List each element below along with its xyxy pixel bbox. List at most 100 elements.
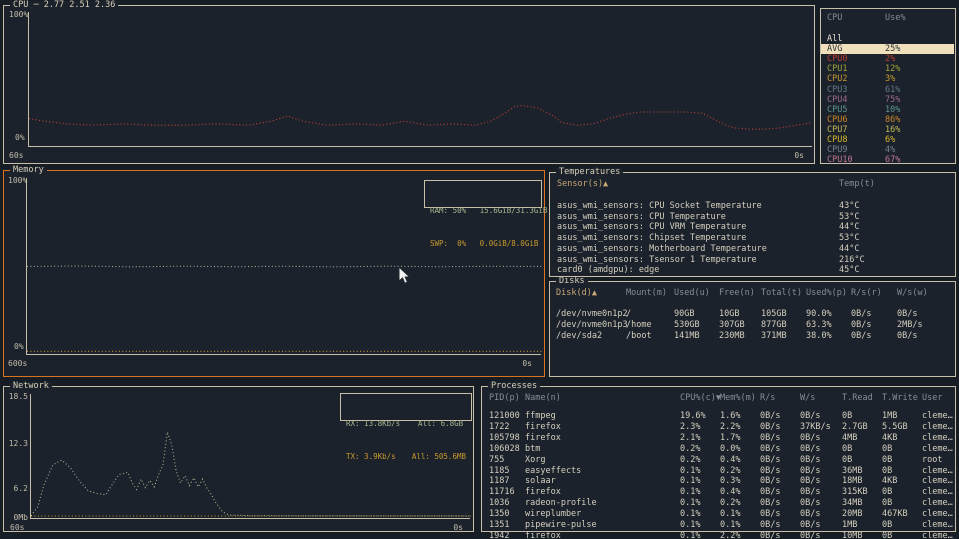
disks-header-ws[interactable]: W/s(w): [897, 288, 928, 298]
process-row-cell: 0B/s: [800, 443, 821, 454]
disk-row-cell: /dev/nvme0n1p2: [556, 309, 628, 319]
process-row-cell: 315KB: [842, 487, 868, 498]
cpu-panel[interactable]: CPU ─ 2.77 2.51 2.36 100% 0% 60s 0s: [3, 1, 815, 164]
process-row-cell: 106028: [489, 443, 520, 454]
cpu-legend-row[interactable]: CPU4 75%: [821, 95, 954, 105]
process-row-cell: 0B/s: [800, 530, 821, 539]
temperature-row-cell: 44°C: [839, 222, 860, 233]
proc-header-cpu[interactable]: CPU%(c)▼: [680, 393, 721, 403]
process-row[interactable]: 1185 easyeffects 0.1% 0.2% 0B/s 0B/s 36MB 0B cle…: [482, 466, 954, 476]
disks-header-used[interactable]: Used(u): [674, 288, 710, 298]
proc-header-pid[interactable]: PID(p): [489, 393, 520, 403]
proc-header-rs[interactable]: R/s: [760, 393, 775, 403]
disk-row-cell: 0B/s: [851, 309, 872, 319]
temps-header-temp[interactable]: Temp(t): [839, 179, 875, 189]
cpu-legend-row[interactable]: AVG 25%: [821, 44, 954, 55]
disks-header-rs[interactable]: R/s(r): [851, 288, 882, 298]
process-row-cell: 0B: [882, 498, 893, 509]
cpu-legend-row[interactable]: All: [821, 34, 954, 44]
proc-header-user[interactable]: User: [922, 393, 942, 403]
temperature-row[interactable]: asus_wmi_sensors: Tsensor 1 Temperature 2…: [550, 255, 954, 265]
cpu-legend-row[interactable]: CPU5 10%: [821, 105, 954, 115]
proc-header-twrite[interactable]: T.Write: [882, 393, 918, 403]
cpu-legend-header-use[interactable]: Use%: [885, 13, 905, 23]
cpu-legend-row-cell: 4%: [885, 145, 896, 156]
cpu-legend-row-cell: 6%: [885, 135, 896, 145]
process-row[interactable]: 106028 btm 0.2% 0.0% 0B/s 0B/s 0B 0B cleme…: [482, 444, 954, 454]
process-row[interactable]: 1351 pipewire-pulse 0.1% 0.1% 0B/s 0B/s 1MB 0B c…: [482, 520, 954, 530]
process-row-cell: 0B/s: [760, 509, 781, 520]
cpu-legend-row[interactable]: CPU2 3%: [821, 74, 954, 84]
process-row[interactable]: 1350 wireplumber 0.1% 0.1% 0B/s 0B/s 20MB 467KB…: [482, 509, 954, 519]
temperature-row-cell: asus_wmi_sensors: CPU Temperature: [557, 211, 726, 222]
rx-total-label: All: 6.8GB: [418, 419, 464, 428]
temperature-row[interactable]: asus_wmi_sensors: CPU Socket Temperature…: [550, 201, 954, 211]
process-row[interactable]: 1036 radeon-profile 0.1% 0.2% 0B/s 0B/s 34MB 0B…: [482, 498, 954, 508]
process-row-cell: 34MB: [842, 498, 863, 509]
cpu-legend-row[interactable]: CPU10 67%: [821, 155, 954, 165]
disks-header-disk[interactable]: Disk(d)▲: [556, 288, 597, 298]
process-row[interactable]: 1722 firefox 2.3% 2.2% 0B/s 37KB/s 2.7GB 5.5GB c…: [482, 422, 954, 432]
process-row[interactable]: 11716 firefox 0.1% 0.4% 0B/s 0B/s 315KB 0B cleme…: [482, 487, 954, 497]
proc-header-tread[interactable]: T.Read: [842, 393, 873, 403]
network-y-label-12: 12.3: [8, 439, 28, 448]
memory-x-left-label: 600s: [8, 359, 28, 368]
process-row[interactable]: 1187 solaar 0.1% 0.3% 0B/s 0B/s 18MB 4KB cleme…: [482, 476, 954, 486]
process-row-cell: 1722: [489, 421, 510, 432]
processes-panel[interactable]: Processes PID(p) Name(n) CPU%(c)▼ Mem%(m…: [481, 382, 956, 539]
process-row-cell: 0B/s: [800, 520, 821, 530]
temperature-row[interactable]: asus_wmi_sensors: Motherboard Temperatur…: [550, 244, 954, 254]
process-row[interactable]: 1942 firefox 0.1% 2.2% 0B/s 0B/s 10MB 0B cleme…: [482, 531, 954, 539]
cpu-legend-row[interactable]: CPU3 61%: [821, 85, 954, 95]
disks-header-total[interactable]: Total(t): [761, 288, 802, 298]
process-row-cell: 2.7GB: [842, 421, 868, 432]
disk-row[interactable]: /dev/sda2/boot 141MB 230MB 371MB 38.0% 0B/s 0B…: [550, 331, 954, 341]
proc-header-ws[interactable]: W/s: [800, 393, 815, 403]
disk-row[interactable]: /dev/nvme0n1p2/ 90GB 10GB 105GB 90.0% 0B/s 0B/…: [550, 309, 954, 319]
network-panel[interactable]: Network 18.5 12.3 6.2 0Mb 60s 0s RX: 13.…: [3, 382, 474, 532]
process-row-cell: cleme…: [922, 465, 953, 476]
cpu-legend-row[interactable]: CPU8 6%: [821, 135, 954, 145]
temperature-row[interactable]: asus_wmi_sensors: CPU VRM Temperature 44°…: [550, 222, 954, 232]
process-row-cell: 0B/s: [800, 411, 821, 421]
process-row-cell: 0.1%: [680, 476, 701, 487]
disks-header-free[interactable]: Free(n): [719, 288, 755, 298]
cpu-legend-row[interactable]: CPU9 4%: [821, 145, 954, 155]
process-row-cell: 0B/s: [760, 520, 781, 530]
disks-header-mount[interactable]: Mount(m): [626, 288, 667, 298]
cpu-legend-row[interactable]: CPU7 16%: [821, 125, 954, 135]
temps-header-sensor[interactable]: Sensor(s)▲: [557, 179, 608, 189]
process-row-cell: 1350: [489, 509, 510, 520]
cpu-x-left-label: 60s: [9, 151, 24, 160]
temperatures-panel[interactable]: Temperatures Sensor(s)▲ Temp(t) asus_wmi…: [549, 168, 956, 277]
rx-rate-label: RX: 13.8Kb/s: [346, 419, 401, 428]
proc-header-name[interactable]: Name(n): [525, 393, 561, 403]
process-row[interactable]: 121000 ffmpeg 19.6% 1.6% 0B/s 0B/s 0B 1MB cleme…: [482, 411, 954, 421]
memory-panel[interactable]: Memory 100% 0% 600s 0s RAM: 50% 15.6GiB/…: [3, 166, 547, 377]
process-row[interactable]: 105798 firefox 2.1% 1.7% 0B/s 0B/s 4MB 4KB cleme…: [482, 433, 954, 443]
process-row[interactable]: 755 Xorg 0.2% 0.4% 0B/s 0B/s 0B 0B root: [482, 455, 954, 465]
disk-row[interactable]: /dev/nvme0n1p3/home 530GB 307GB 877GB 63.3% 0…: [550, 320, 954, 330]
temperature-row[interactable]: asus_wmi_sensors: Chipset Temperature 53°…: [550, 233, 954, 243]
process-row-cell: 0B/s: [760, 421, 781, 432]
disks-header-usedpct[interactable]: Used%(p): [806, 288, 847, 298]
cpu-legend-row[interactable]: CPU1 12%: [821, 64, 954, 74]
cpu-legend-row[interactable]: CPU6 86%: [821, 115, 954, 125]
cpu-legend-panel[interactable]: CPU Use% All AVG 25% CPU0 2% CPU1 12% CPU2 3% CPU…: [820, 8, 956, 165]
cpu-x-axis: [28, 146, 812, 147]
process-row-cell: ffmpeg: [525, 411, 556, 421]
network-x-left-label: 60s: [10, 523, 25, 532]
memory-y-max-label: 100%: [8, 176, 28, 185]
cpu-legend-row-cell: CPU0: [827, 54, 848, 65]
process-row-cell: firefox: [525, 421, 561, 432]
temperature-row[interactable]: card0 (amdgpu): edge 45°C: [550, 265, 954, 275]
cpu-legend-header-cpu[interactable]: CPU: [827, 13, 842, 23]
proc-header-mem[interactable]: Mem%(m): [720, 393, 756, 403]
disks-panel[interactable]: Disks Disk(d)▲ Mount(m) Used(u) Free(n) …: [549, 277, 956, 377]
cpu-legend-row[interactable]: CPU0 2%: [821, 54, 954, 64]
temperature-row[interactable]: asus_wmi_sensors: CPU Temperature 53°C: [550, 212, 954, 222]
process-row-cell: 0B/s: [760, 454, 781, 465]
disk-row-cell: /dev/sda2: [556, 330, 603, 341]
process-row-cell: 1942: [489, 530, 510, 539]
process-row-cell: 0B/s: [800, 487, 821, 498]
